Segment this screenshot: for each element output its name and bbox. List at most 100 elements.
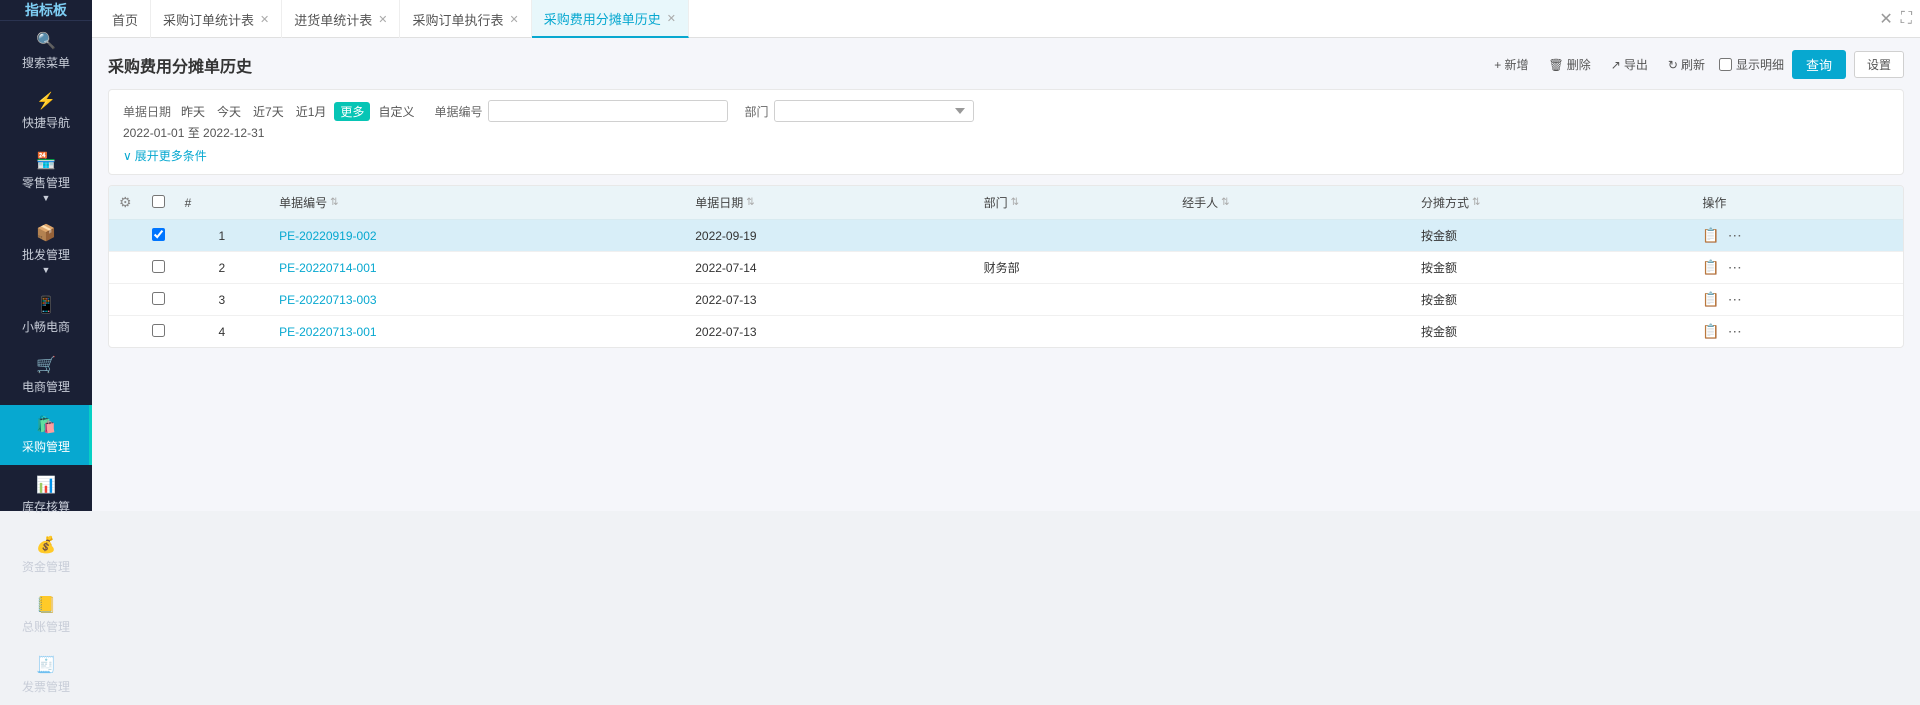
doc-link-0[interactable]: PE-20220919-002 — [279, 229, 376, 243]
sidebar-icon-quick: ⚡ — [36, 91, 56, 111]
sidebar-item-purchase[interactable]: 🛍️ 采购管理 — [0, 405, 92, 465]
sidebar-icon-retail: 🏪 — [36, 151, 56, 171]
tab-purchase-order-stats[interactable]: 采购订单统计表✕ — [151, 0, 282, 38]
tab-purchase-exec[interactable]: 采购订单执行表 ✕ — [400, 0, 531, 38]
settings-button[interactable]: 设置 — [1854, 51, 1904, 78]
more-icon-3[interactable]: ⋯ — [1728, 323, 1742, 340]
sidebar-item-invoice[interactable]: 🧾 发票管理 — [0, 645, 92, 705]
edit-icon-0[interactable]: 📋 — [1702, 227, 1719, 244]
cell-gear-3 — [109, 316, 142, 348]
sidebar-item-quick[interactable]: ⚡ 快捷导航 — [0, 81, 92, 141]
refresh-icon: ↻ — [1668, 58, 1678, 72]
sort-doc-date-icon[interactable]: ⇅ — [746, 197, 754, 208]
row-checkbox-3[interactable] — [152, 324, 165, 337]
edit-icon-3[interactable]: 📋 — [1702, 323, 1719, 340]
select-all-checkbox[interactable] — [152, 195, 165, 208]
cell-handler-3 — [1172, 316, 1411, 348]
sidebar-item-search[interactable]: 🔍 搜索菜单 — [0, 21, 92, 81]
row-checkbox-1[interactable] — [152, 260, 165, 273]
cell-action-1: 📋 ⋯ — [1692, 252, 1903, 284]
sidebar-icon-ecommerce: 🛒 — [36, 355, 56, 375]
shortcut-yesterday[interactable]: 昨天 — [177, 102, 209, 121]
tab-close-purchase-exec[interactable]: ✕ — [510, 13, 519, 26]
table-row: 1 PE-20220919-002 2022-09-19 按金额 📋 ⋯ — [109, 220, 1903, 252]
shortcut-1month[interactable]: 近1月 — [292, 102, 331, 121]
tab-close-purchase-order-stats[interactable]: ✕ — [260, 13, 269, 26]
sidebar-item-mobile[interactable]: 📱 小畅电商 — [0, 285, 92, 345]
sidebar-label-mobile: 小畅电商 — [22, 318, 70, 335]
th-check — [142, 186, 175, 220]
doc-number-label: 单据编号 — [434, 103, 482, 120]
sidebar-label-finance: 资金管理 — [22, 558, 70, 575]
sidebar-item-ledger[interactable]: 📒 总账管理 — [0, 585, 92, 645]
cell-date-2: 2022-07-13 — [685, 284, 973, 316]
table-header-row: ⚙ # 单据编号 ⇅ — [109, 186, 1903, 220]
delete-button[interactable]: 🗑 删除 — [1543, 53, 1597, 76]
data-table-container: ⚙ # 单据编号 ⇅ — [108, 185, 1904, 348]
tab-actions: ✕ ⛶ — [1879, 9, 1912, 29]
column-settings-icon[interactable]: ⚙ — [119, 194, 132, 210]
refresh-button[interactable]: ↻ 刷新 — [1662, 53, 1711, 76]
sidebar-item-wholesale[interactable]: 📦 批发管理 ▼ — [0, 213, 92, 285]
sidebar-icon-finance: 💰 — [36, 535, 56, 555]
shortcut-today[interactable]: 今天 — [213, 102, 245, 121]
dept-label: 部门 — [744, 103, 768, 120]
show-details-input[interactable] — [1719, 58, 1732, 71]
shortcut-more[interactable]: 更多 — [334, 102, 370, 121]
cell-dept-3 — [974, 316, 1172, 348]
doc-link-1[interactable]: PE-20220714-001 — [279, 261, 376, 275]
more-icon-0[interactable]: ⋯ — [1728, 227, 1742, 244]
cell-handler-2 — [1172, 284, 1411, 316]
export-icon: ↗ — [1611, 58, 1621, 72]
filter-row-1: 单据日期 昨天 今天 近7天 近1月 更多 自定义 单据编号 部门 — [123, 100, 1889, 122]
cell-date-0: 2022-09-19 — [685, 220, 973, 252]
tab-close-purchase-cost[interactable]: ✕ — [667, 12, 676, 25]
dept-select[interactable] — [774, 100, 974, 122]
sort-split-icon[interactable]: ⇅ — [1472, 197, 1480, 208]
add-button[interactable]: + 新增 — [1488, 53, 1534, 76]
tab-goods-stats[interactable]: 进货单统计表✕ — [282, 0, 400, 38]
row-checkbox-2[interactable] — [152, 292, 165, 305]
tab-purchase-cost[interactable]: 采购费用分摊单历史✕ — [532, 0, 689, 38]
sidebar-label-ecommerce: 电商管理 — [22, 378, 70, 395]
sidebar-item-finance[interactable]: 💰 资金管理 — [0, 525, 92, 585]
cell-action-3: 📋 ⋯ — [1692, 316, 1903, 348]
close-window-icon[interactable]: ✕ — [1879, 9, 1892, 29]
cell-dept-2 — [974, 284, 1172, 316]
show-details-checkbox[interactable]: 显示明细 — [1719, 56, 1784, 73]
expand-conditions-button[interactable]: ∨ 展开更多条件 — [123, 147, 1889, 164]
row-checkbox-0[interactable] — [152, 228, 165, 241]
tab-close-goods-stats[interactable]: ✕ — [378, 13, 387, 26]
cell-split-0: 按金额 — [1411, 220, 1692, 252]
sidebar-item-inventory[interactable]: 📊 库存核算 — [0, 465, 92, 525]
maximize-window-icon[interactable]: ⛶ — [1901, 10, 1912, 28]
sidebar-item-ecommerce[interactable]: 🛒 电商管理 — [0, 345, 92, 405]
date-shortcuts: 昨天 今天 近7天 近1月 更多 自定义 — [177, 102, 418, 121]
tab-label-purchase-exec: 采购订单执行表 — [412, 10, 503, 29]
sidebar-icon-mobile: 📱 — [36, 295, 56, 315]
cell-num-1: 2 — [175, 252, 270, 284]
export-button[interactable]: ↗ 导出 — [1605, 53, 1654, 76]
doc-link-3[interactable]: PE-20220713-001 — [279, 325, 376, 339]
edit-icon-1[interactable]: 📋 — [1702, 259, 1719, 276]
sidebar-label-purchase: 采购管理 — [22, 438, 70, 455]
sidebar-item-retail[interactable]: 🏪 零售管理 ▼ — [0, 141, 92, 213]
sort-handler-icon[interactable]: ⇅ — [1221, 197, 1229, 208]
more-icon-1[interactable]: ⋯ — [1728, 259, 1742, 276]
shortcut-7days[interactable]: 近7天 — [249, 102, 288, 121]
sort-doc-no-icon[interactable]: ⇅ — [330, 197, 338, 208]
query-button[interactable]: 查询 — [1792, 50, 1846, 79]
cell-check-0 — [142, 220, 175, 252]
date-label: 单据日期 — [123, 103, 171, 120]
more-icon-2[interactable]: ⋯ — [1728, 291, 1742, 308]
edit-icon-2[interactable]: 📋 — [1702, 291, 1719, 308]
doc-number-input[interactable] — [488, 100, 728, 122]
date-filter: 单据日期 昨天 今天 近7天 近1月 更多 自定义 — [123, 102, 418, 121]
doc-link-2[interactable]: PE-20220713-003 — [279, 293, 376, 307]
tab-home[interactable]: 首页 — [100, 0, 151, 38]
th-action: 操作 — [1692, 186, 1903, 220]
tab-bar: 首页采购订单统计表✕进货单统计表✕采购订单执行表✕采购费用分摊单历史✕ ✕ ⛶ — [92, 0, 1920, 38]
cell-dept-1: 财务部 — [974, 252, 1172, 284]
sort-dept-icon[interactable]: ⇅ — [1011, 197, 1019, 208]
shortcut-custom[interactable]: 自定义 — [374, 102, 418, 121]
